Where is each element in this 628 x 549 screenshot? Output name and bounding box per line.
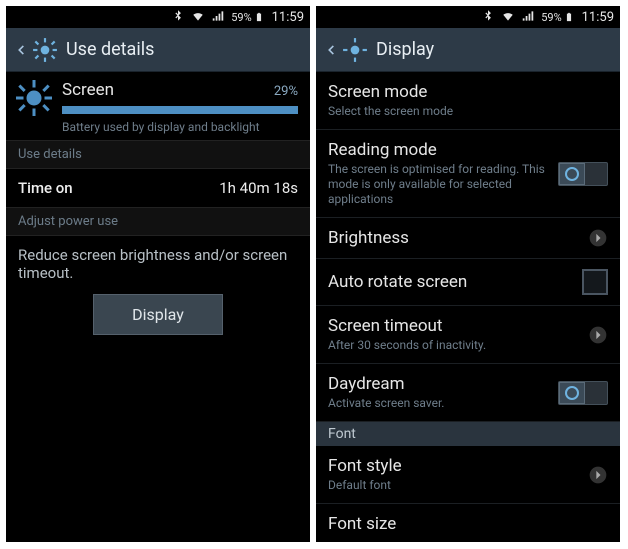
- row-brightness[interactable]: Brightness: [316, 218, 620, 259]
- status-bar: 59% 11:59: [6, 6, 310, 28]
- row-subtitle: Select the screen mode: [328, 104, 608, 119]
- row-title: Reading mode: [328, 140, 548, 160]
- row-title: Screen timeout: [328, 316, 578, 336]
- usage-subtitle: Battery used by display and backlight: [62, 120, 298, 134]
- chevron-right-icon: [588, 465, 608, 485]
- row-title: Auto rotate screen: [328, 272, 572, 292]
- settings-gear-icon: [342, 37, 368, 63]
- battery-pct: 59%: [231, 11, 251, 24]
- chevron-right-icon: [588, 325, 608, 345]
- clock: 11:59: [582, 10, 614, 25]
- usage-bar: [62, 106, 298, 114]
- clock: 11:59: [272, 10, 304, 25]
- back-button[interactable]: [320, 28, 342, 72]
- time-on-label: Time on: [18, 179, 73, 197]
- signal-icon: [521, 9, 535, 26]
- page-title: Display: [376, 39, 434, 60]
- row-reading-mode[interactable]: Reading mode The screen is optimised for…: [316, 130, 620, 218]
- row-font-size[interactable]: Font size: [316, 504, 620, 534]
- chevron-right-icon: [588, 228, 608, 248]
- usage-percent: 29%: [274, 84, 298, 99]
- row-title: Brightness: [328, 228, 578, 248]
- row-subtitle: Default font: [328, 478, 578, 493]
- usage-title: Screen: [62, 80, 114, 100]
- display-button[interactable]: Display: [93, 294, 223, 335]
- page-title: Use details: [66, 39, 154, 60]
- time-on-value: 1h 40m 18s: [219, 179, 298, 197]
- bluetooth-icon: [481, 9, 495, 26]
- power-tip-text: Reduce screen brightness and/or screen t…: [6, 236, 310, 286]
- battery-indicator: 59%: [541, 10, 573, 24]
- row-title: Font style: [328, 456, 578, 476]
- settings-list: Screen mode Select the screen mode Readi…: [316, 72, 620, 542]
- wifi-icon: [191, 9, 205, 26]
- reading-mode-toggle[interactable]: [558, 162, 608, 186]
- status-bar: 59% 11:59: [316, 6, 620, 28]
- row-subtitle: Activate screen saver.: [328, 396, 548, 411]
- row-screen-timeout[interactable]: Screen timeout After 30 seconds of inact…: [316, 306, 620, 364]
- row-auto-rotate[interactable]: Auto rotate screen: [316, 259, 620, 306]
- app-bar: Display: [316, 28, 620, 72]
- screen-usage-row[interactable]: Screen 29% Battery used by display and b…: [6, 72, 310, 140]
- row-title: Screen mode: [328, 82, 608, 102]
- bluetooth-icon: [171, 9, 185, 26]
- row-subtitle: After 30 seconds of inactivity.: [328, 338, 578, 353]
- phone-use-details: 59% 11:59 Use details Screen 29% Battery…: [6, 6, 310, 542]
- wifi-icon: [501, 9, 515, 26]
- phone-display-settings: 59% 11:59 Display Screen mode Select the…: [316, 6, 620, 542]
- app-bar: Use details: [6, 28, 310, 72]
- row-subtitle: The screen is optimised for reading. Thi…: [328, 162, 548, 207]
- screen-gear-icon: [16, 80, 52, 116]
- daydream-toggle[interactable]: [558, 381, 608, 405]
- battery-indicator: 59%: [231, 10, 263, 24]
- row-title: Daydream: [328, 374, 548, 394]
- signal-icon: [211, 9, 225, 26]
- section-header-use-details: Use details: [6, 140, 310, 169]
- row-screen-mode[interactable]: Screen mode Select the screen mode: [316, 72, 620, 130]
- section-header-adjust-power: Adjust power use: [6, 207, 310, 236]
- back-button[interactable]: [10, 28, 32, 72]
- battery-pct: 59%: [541, 11, 561, 24]
- group-header-font: Font: [316, 422, 620, 446]
- row-font-style[interactable]: Font style Default font: [316, 446, 620, 504]
- time-on-row[interactable]: Time on 1h 40m 18s: [6, 169, 310, 207]
- auto-rotate-checkbox[interactable]: [582, 269, 608, 295]
- row-daydream[interactable]: Daydream Activate screen saver.: [316, 364, 620, 422]
- settings-gear-icon: [32, 37, 58, 63]
